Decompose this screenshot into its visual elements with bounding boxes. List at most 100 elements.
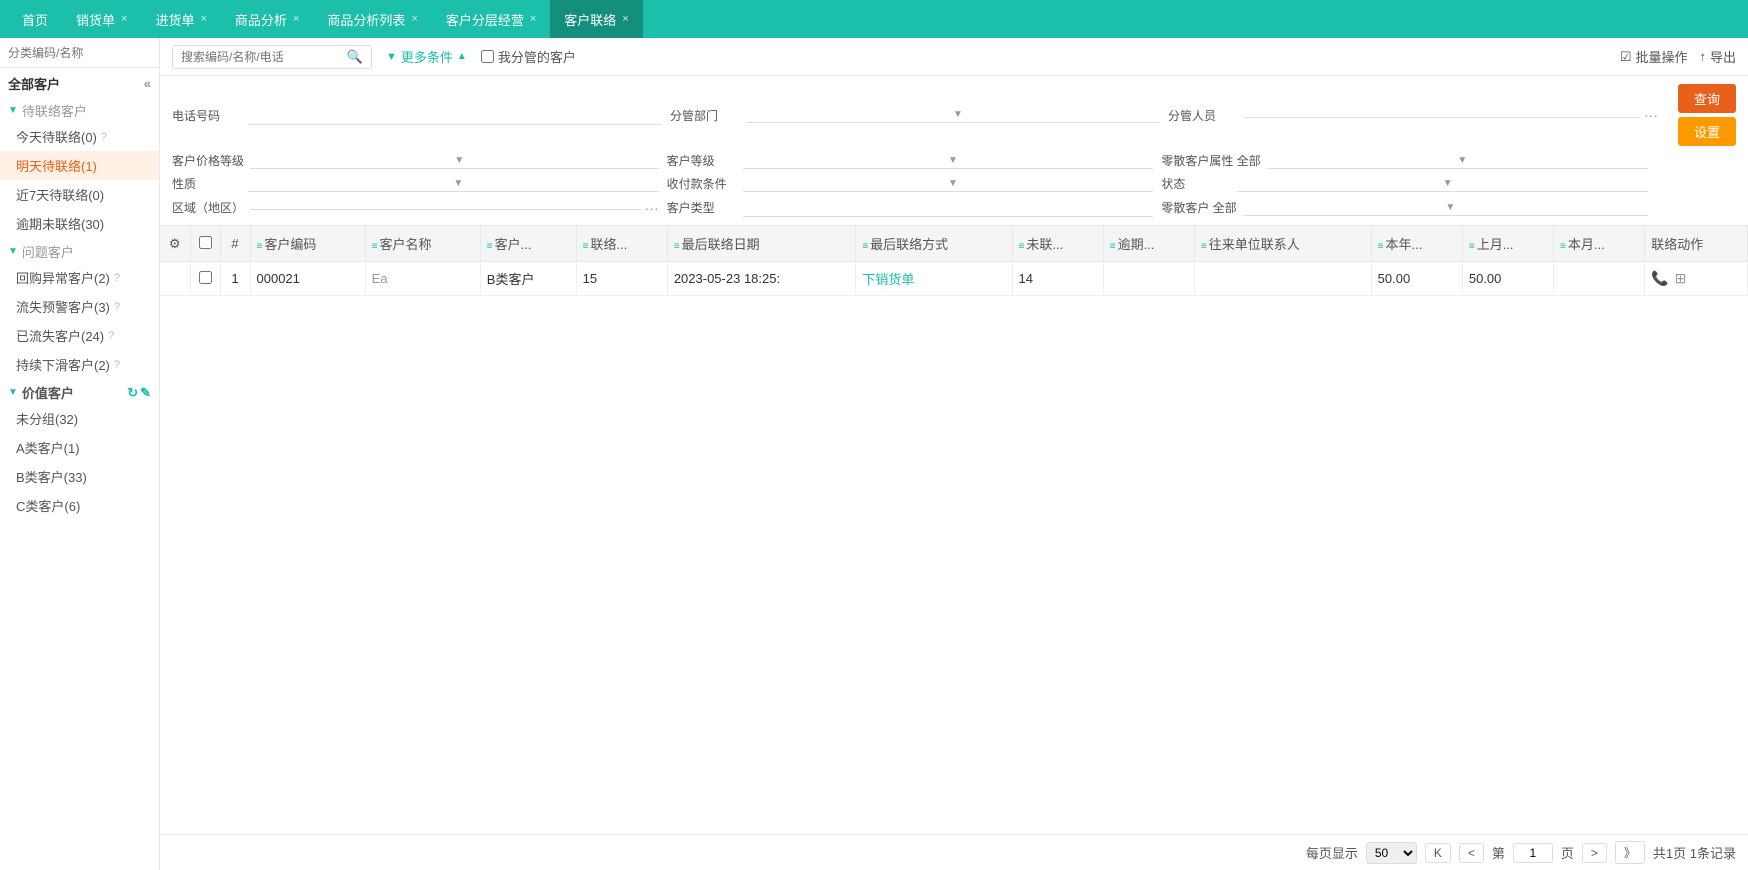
sidebar-item-churn-warning[interactable]: 流失预警客户(3) ?	[0, 292, 159, 321]
ra-arrow-icon: ▼	[1457, 155, 1648, 166]
th-last-method[interactable]: ≡最后联络方式	[856, 226, 1012, 262]
close-icon-0[interactable]: ×	[121, 13, 127, 25]
person-dots-icon[interactable]: ···	[1644, 107, 1658, 123]
my-customers-check[interactable]	[481, 50, 494, 63]
content-area: 🔍 ▼ 更多条件 ▲ 我分管的客户 ☑ 批量操作 ↑ 导出	[160, 38, 1748, 870]
th-unlocked[interactable]: ≡未联...	[1012, 226, 1103, 262]
retail-cust-dropdown[interactable]: ▼	[1243, 200, 1648, 216]
person-dropdown[interactable]	[1244, 113, 1640, 118]
export-btn[interactable]: ↑ 导出	[1699, 47, 1736, 66]
select-all-checkbox[interactable]	[199, 236, 212, 249]
th-contact-count[interactable]: ≡联络...	[576, 226, 667, 262]
th-name[interactable]: ≡客户名称	[365, 226, 480, 262]
th-this-month[interactable]: ≡本月...	[1554, 226, 1645, 262]
nature-dropdown[interactable]: ▼	[248, 176, 659, 192]
price-grade-dropdown[interactable]: ▼	[250, 153, 659, 169]
status-dropdown[interactable]: ▼	[1237, 176, 1648, 192]
row-last-date: 2023-05-23 18:25:	[667, 262, 855, 296]
sidebar-item-churned[interactable]: 已流失客户(24) ?	[0, 321, 159, 350]
my-customers-checkbox[interactable]: 我分管的客户	[481, 47, 576, 66]
close-icon-2[interactable]: ×	[293, 13, 299, 25]
row-checkbox[interactable]	[199, 271, 212, 284]
query-button[interactable]: 查询	[1678, 84, 1736, 113]
sidebar-item-abnormal[interactable]: 回购异常客户(2) ?	[0, 263, 159, 292]
filter-retail-cust: 零散客户 全部 ▼	[1161, 199, 1648, 216]
cust-grade-dropdown[interactable]: ▼	[743, 153, 1154, 169]
last-method-link[interactable]: 下销货单	[862, 272, 914, 287]
page-size-select[interactable]: 50 100	[1366, 842, 1417, 864]
retail-attr-dropdown[interactable]: ▼	[1267, 153, 1648, 169]
sidebar-item-b-class[interactable]: B类客户(33)	[0, 462, 159, 491]
next-page-btn[interactable]: >	[1582, 843, 1607, 863]
sidebar-item-a-class[interactable]: A类客户(1)	[0, 433, 159, 462]
filter-search-input[interactable]	[181, 50, 343, 64]
refresh-icon[interactable]: ↻	[127, 385, 138, 401]
edit-icon[interactable]: ✎	[140, 385, 151, 401]
page-unit: 页	[1561, 843, 1574, 862]
th-last-date[interactable]: ≡最后联络日期	[667, 226, 855, 262]
nav-home[interactable]: 首页	[8, 0, 62, 38]
sidebar-item-tomorrow[interactable]: 明天待联络(1)	[0, 151, 159, 180]
close-icon-1[interactable]: ×	[200, 13, 206, 25]
settings-button[interactable]: 设置	[1678, 117, 1736, 146]
th-code[interactable]: ≡客户编码	[250, 226, 365, 262]
close-icon-3[interactable]: ×	[411, 13, 417, 25]
last-page-btn[interactable]: 》	[1615, 841, 1645, 864]
th-gear[interactable]: ⚙	[160, 226, 190, 262]
sidebar-item-overdue[interactable]: 逾期未联络(30)	[0, 209, 159, 238]
filter-region: 区域（地区） ···	[172, 199, 659, 216]
region-dots-icon[interactable]: ···	[645, 200, 659, 216]
close-icon-5[interactable]: ×	[622, 13, 628, 25]
table-header-row: ⚙ # ≡客户编码 ≡客户名称 ≡客户... ≡联络... ≡最后联络日期 ≡最…	[160, 226, 1748, 262]
nav-tab-0[interactable]: 销货单 ×	[62, 0, 141, 38]
row-last-method[interactable]: 下销货单	[856, 262, 1012, 296]
row-name[interactable]: Ea	[365, 262, 480, 296]
sidebar-item-today[interactable]: 今天待联络(0) ?	[0, 122, 159, 151]
sidebar-item-7days[interactable]: 近7天待联络(0)	[0, 180, 159, 209]
cust-type-input[interactable]	[743, 198, 1154, 217]
filter-status: 状态 ▼	[1161, 175, 1648, 192]
row-this-month	[1554, 262, 1645, 296]
sidebar-item-c-class[interactable]: C类客户(6)	[0, 491, 159, 520]
sidebar-group-problem[interactable]: ▼ 问题客户	[0, 238, 159, 263]
help-icon-0: ?	[101, 131, 107, 143]
grid-icon[interactable]: ⊞	[1675, 270, 1687, 287]
th-overdue[interactable]: ≡逾期...	[1103, 226, 1194, 262]
th-type[interactable]: ≡客户...	[480, 226, 576, 262]
page-number-input[interactable]	[1513, 843, 1553, 863]
th-last-month[interactable]: ≡上月...	[1462, 226, 1553, 262]
prev-page-btn[interactable]: <	[1459, 843, 1484, 863]
nav-tab-3[interactable]: 商品分析列表 ×	[313, 0, 431, 38]
per-page-label: 每页显示	[1306, 843, 1358, 862]
row-check[interactable]	[190, 262, 220, 296]
th-unit-contact[interactable]: ≡往来单位联系人	[1194, 226, 1371, 262]
filter-person: 分管人员 ···	[1168, 107, 1658, 124]
cust-type-label: 客户类型	[667, 199, 737, 216]
sidebar-item-ungrouped[interactable]: 未分组(32)	[0, 404, 159, 433]
payment-dropdown[interactable]: ▼	[743, 176, 1154, 192]
nav-tab-2[interactable]: 商品分析 ×	[221, 0, 313, 38]
nav-tab-1[interactable]: 进货单 ×	[141, 0, 220, 38]
th-this-year[interactable]: ≡本年...	[1371, 226, 1462, 262]
call-icon[interactable]: 📞	[1651, 270, 1668, 287]
batch-op-btn[interactable]: ☑ 批量操作	[1620, 47, 1688, 66]
sidebar-search-input[interactable]	[8, 46, 160, 60]
dept-dropdown[interactable]: ▼	[746, 107, 1160, 123]
collapse-icon[interactable]: «	[144, 76, 151, 91]
th-check[interactable]	[190, 226, 220, 262]
all-customers-header: 全部客户 «	[0, 68, 159, 97]
filter-actions: 查询 设置	[1678, 84, 1736, 146]
more-conditions-btn[interactable]: ▼ 更多条件 ▲	[380, 44, 473, 69]
table-row: 1 000021 Ea B类客户 15 2023-05-23 18:25: 下销…	[160, 262, 1748, 296]
nav-tab-5[interactable]: 客户联络 ×	[550, 0, 642, 38]
filter-search-icon[interactable]: 🔍	[347, 49, 363, 65]
filter-dept: 分管部门 ▼	[670, 107, 1160, 124]
sidebar-item-declining[interactable]: 持续下滑客户(2) ?	[0, 350, 159, 379]
phone-input[interactable]	[248, 106, 662, 125]
region-dropdown[interactable]	[250, 205, 641, 210]
first-page-btn[interactable]: K	[1425, 843, 1451, 863]
table-area: ⚙ # ≡客户编码 ≡客户名称 ≡客户... ≡联络... ≡最后联络日期 ≡最…	[160, 226, 1748, 834]
close-icon-4[interactable]: ×	[530, 13, 536, 25]
nav-tab-4[interactable]: 客户分层经营 ×	[432, 0, 550, 38]
sidebar-group-pending[interactable]: ▼ 待联络客户	[0, 97, 159, 122]
